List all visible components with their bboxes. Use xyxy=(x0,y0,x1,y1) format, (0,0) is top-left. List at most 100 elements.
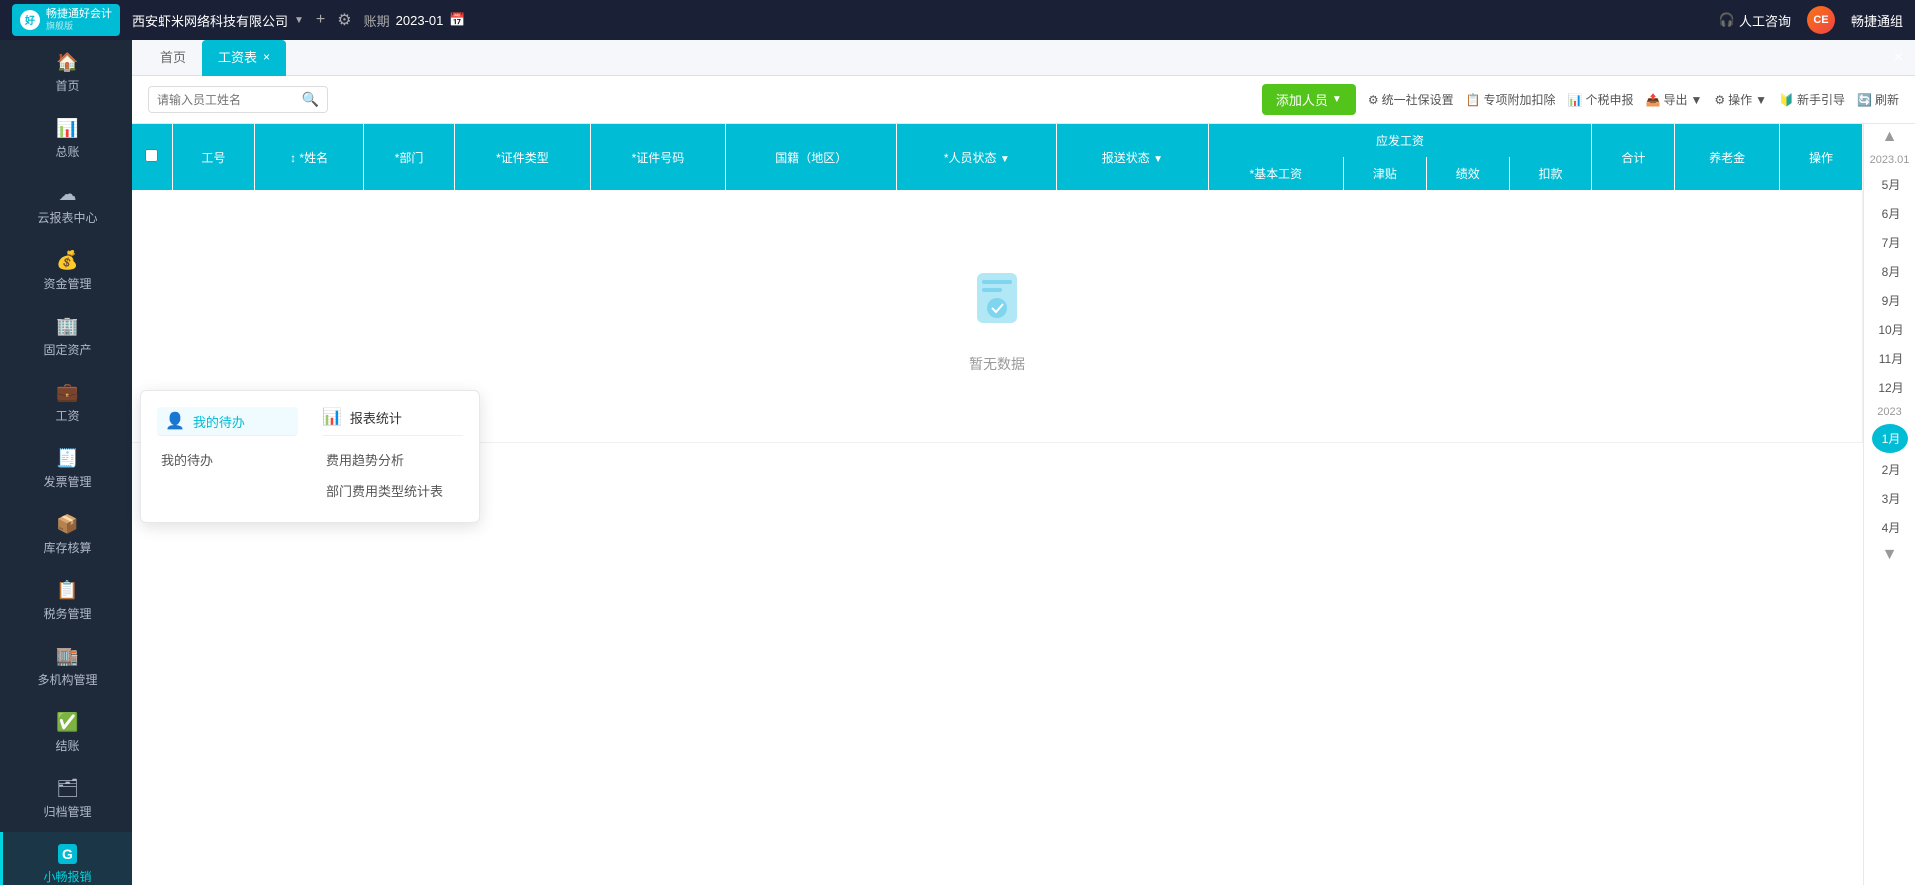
month-down-icon[interactable]: ▼ xyxy=(1878,542,1902,568)
calendar-icon: 📅 xyxy=(449,12,465,28)
popup-my-todo-item[interactable]: 我的待办 xyxy=(157,444,298,475)
building-icon: 🏢 xyxy=(56,316,78,337)
month-item-12[interactable]: 12月 xyxy=(1864,373,1915,402)
sidebar-item-fixed-assets[interactable]: 🏢 固定资产 xyxy=(0,304,132,370)
logo-icon: 好 xyxy=(20,10,40,30)
month-item-3[interactable]: 3月 xyxy=(1864,484,1915,513)
empty-text: 暂无数据 xyxy=(969,354,1025,374)
guide-button[interactable]: 🔰 新手引导 xyxy=(1779,91,1845,108)
operation-icon: ⚙ xyxy=(1714,93,1725,107)
month-panel: ▲ 2023.01 5月 6月 7月 8月 9月 10月 11月 12月 202… xyxy=(1863,124,1915,885)
sidebar-item-ledger[interactable]: 📊 总账 xyxy=(0,106,132,172)
search-input[interactable] xyxy=(157,93,296,107)
cloud-icon: ☁ xyxy=(59,184,77,205)
sidebar-item-salary[interactable]: 💼 工资 xyxy=(0,370,132,436)
sidebar-item-invoice[interactable]: 🧾 发票管理 xyxy=(0,436,132,502)
popup-report-title[interactable]: 📊 报表统计 xyxy=(322,407,463,436)
add-button[interactable]: + xyxy=(316,11,325,29)
dept-header: *部门 xyxy=(363,124,454,190)
logo-text: 畅捷通好会计 旗舰版 xyxy=(46,8,112,32)
dropdown-arrow-icon: ▼ xyxy=(1332,94,1342,105)
top-bar: 好 畅捷通好会计 旗舰版 西安虾米网络科技有限公司 ▼ + ⚙ 账期 2023-… xyxy=(0,0,1915,40)
export-button[interactable]: 📤 导出 ▼ xyxy=(1646,91,1703,108)
year-2023-01-label: 2023.01 xyxy=(1866,150,1914,170)
month-item-8[interactable]: 8月 xyxy=(1864,257,1915,286)
salary-icon: 💼 xyxy=(56,382,78,403)
settle-icon: ✅ xyxy=(56,712,78,733)
month-item-11[interactable]: 11月 xyxy=(1864,344,1915,373)
home-icon: 🏠 xyxy=(56,52,78,73)
status-header: *人员状态 ▼ xyxy=(897,124,1057,190)
popup-menu: 👤 我的待办 我的待办 📊 报表统计 费用趋势分析 部门费用类型统计表 xyxy=(140,390,480,523)
nationality-header: 国籍（地区） xyxy=(726,124,897,190)
month-item-1[interactable]: 1月 xyxy=(1872,424,1908,453)
report-status-filter-icon[interactable]: ▼ xyxy=(1153,154,1163,165)
sidebar-item-multi-org[interactable]: 🏬 多机构管理 xyxy=(0,634,132,700)
guide-icon: 🔰 xyxy=(1779,93,1794,107)
multi-org-icon: 🏬 xyxy=(56,646,78,667)
month-item-2[interactable]: 2月 xyxy=(1864,455,1915,484)
tab-home[interactable]: 首页 xyxy=(144,40,202,76)
month-item-7[interactable]: 7月 xyxy=(1864,228,1915,257)
month-up-icon[interactable]: ▲ xyxy=(1878,124,1902,150)
company-selector[interactable]: 西安虾米网络科技有限公司 ▼ xyxy=(132,11,304,30)
sidebar-item-cloud-report[interactable]: ☁ 云报表中心 xyxy=(0,172,132,238)
month-item-9[interactable]: 9月 xyxy=(1864,286,1915,315)
operation-button[interactable]: ⚙ 操作 ▼ xyxy=(1714,91,1767,108)
sidebar-item-label: 发票管理 xyxy=(43,473,91,490)
month-item-4[interactable]: 4月 xyxy=(1864,513,1915,542)
sidebar-item-settle[interactable]: ✅ 结账 xyxy=(0,700,132,766)
user-name[interactable]: 畅捷通组 xyxy=(1851,11,1903,30)
help-button[interactable]: 🎧 人工咨询 xyxy=(1719,11,1791,30)
tab-salary[interactable]: 工资表 × xyxy=(202,40,286,76)
popup-expense-trend-item[interactable]: 费用趋势分析 xyxy=(322,444,463,475)
sidebar-item-home[interactable]: 🏠 首页 xyxy=(0,40,132,106)
special-deduction-button[interactable]: 📋 专项附加扣除 xyxy=(1466,91,1556,108)
bonus-header: 绩效 xyxy=(1426,157,1509,190)
ledger-icon: 📊 xyxy=(56,118,78,139)
sidebar: 🏠 首页 📊 总账 ☁ 云报表中心 💰 资金管理 🏢 固定资产 💼 工资 xyxy=(0,40,132,885)
social-security-button[interactable]: ⚙ 统一社保设置 xyxy=(1368,91,1454,108)
month-item-10[interactable]: 10月 xyxy=(1864,315,1915,344)
refresh-button[interactable]: 🔄 刷新 xyxy=(1857,91,1899,108)
status-filter-icon[interactable]: ▼ xyxy=(1000,154,1010,165)
top-right: 🎧 人工咨询 CE 畅捷通组 xyxy=(1719,6,1903,34)
sidebar-item-label: 资金管理 xyxy=(43,275,91,292)
id-type-header: *证件类型 xyxy=(455,124,591,190)
popup-todo-title[interactable]: 👤 我的待办 xyxy=(157,407,298,436)
sidebar-item-tax[interactable]: 📋 税务管理 xyxy=(0,568,132,634)
sidebar-item-fund[interactable]: 💰 资金管理 xyxy=(0,238,132,304)
refresh-icon: 🔄 xyxy=(1857,93,1872,107)
empty-illustration xyxy=(957,258,1037,338)
personal-tax-button[interactable]: 📊 个税申报 xyxy=(1568,91,1634,108)
month-item-6[interactable]: 6月 xyxy=(1864,199,1915,228)
period-area: 账期 2023-01 📅 xyxy=(364,11,466,30)
tab-close-icon[interactable]: × xyxy=(263,50,270,64)
operation-header: 操作 xyxy=(1780,124,1863,190)
month-item-5[interactable]: 5月 xyxy=(1864,170,1915,199)
search-icon[interactable]: 🔍 xyxy=(302,91,319,108)
settings-button[interactable]: ⚙ xyxy=(337,10,351,30)
sidebar-item-label: 结账 xyxy=(55,737,79,754)
fund-icon: 💰 xyxy=(56,250,78,271)
social-security-icon: ⚙ xyxy=(1368,93,1379,107)
total-header: 合计 xyxy=(1592,124,1675,190)
period-value: 2023-01 xyxy=(396,13,444,28)
select-all-checkbox[interactable] xyxy=(145,149,158,162)
add-person-button[interactable]: 添加人员 ▼ xyxy=(1262,84,1356,115)
chevron-down-icon: ▼ xyxy=(294,15,304,26)
sidebar-item-label: 首页 xyxy=(55,77,79,94)
sidebar-item-label: 归档管理 xyxy=(43,803,91,820)
report-status-header: 报送状态 ▼ xyxy=(1057,124,1208,190)
sidebar-item-label: 多机构管理 xyxy=(37,671,97,688)
tab-salary-label: 工资表 xyxy=(218,47,257,66)
window-close-button[interactable]: × xyxy=(1894,49,1903,67)
sidebar-item-inventory[interactable]: 📦 库存核算 xyxy=(0,502,132,568)
sidebar-item-archive[interactable]: 🗂 归档管理 xyxy=(0,766,132,832)
tax-report-icon: 📊 xyxy=(1568,93,1583,107)
search-box: 🔍 xyxy=(148,86,328,113)
logo-area[interactable]: 好 畅捷通好会计 旗舰版 xyxy=(12,4,120,36)
sidebar-item-label: 固定资产 xyxy=(43,341,91,358)
popup-dept-expense-item[interactable]: 部门费用类型统计表 xyxy=(322,475,463,506)
sidebar-item-expense[interactable]: G 小畅报销 ◀ xyxy=(0,832,132,885)
